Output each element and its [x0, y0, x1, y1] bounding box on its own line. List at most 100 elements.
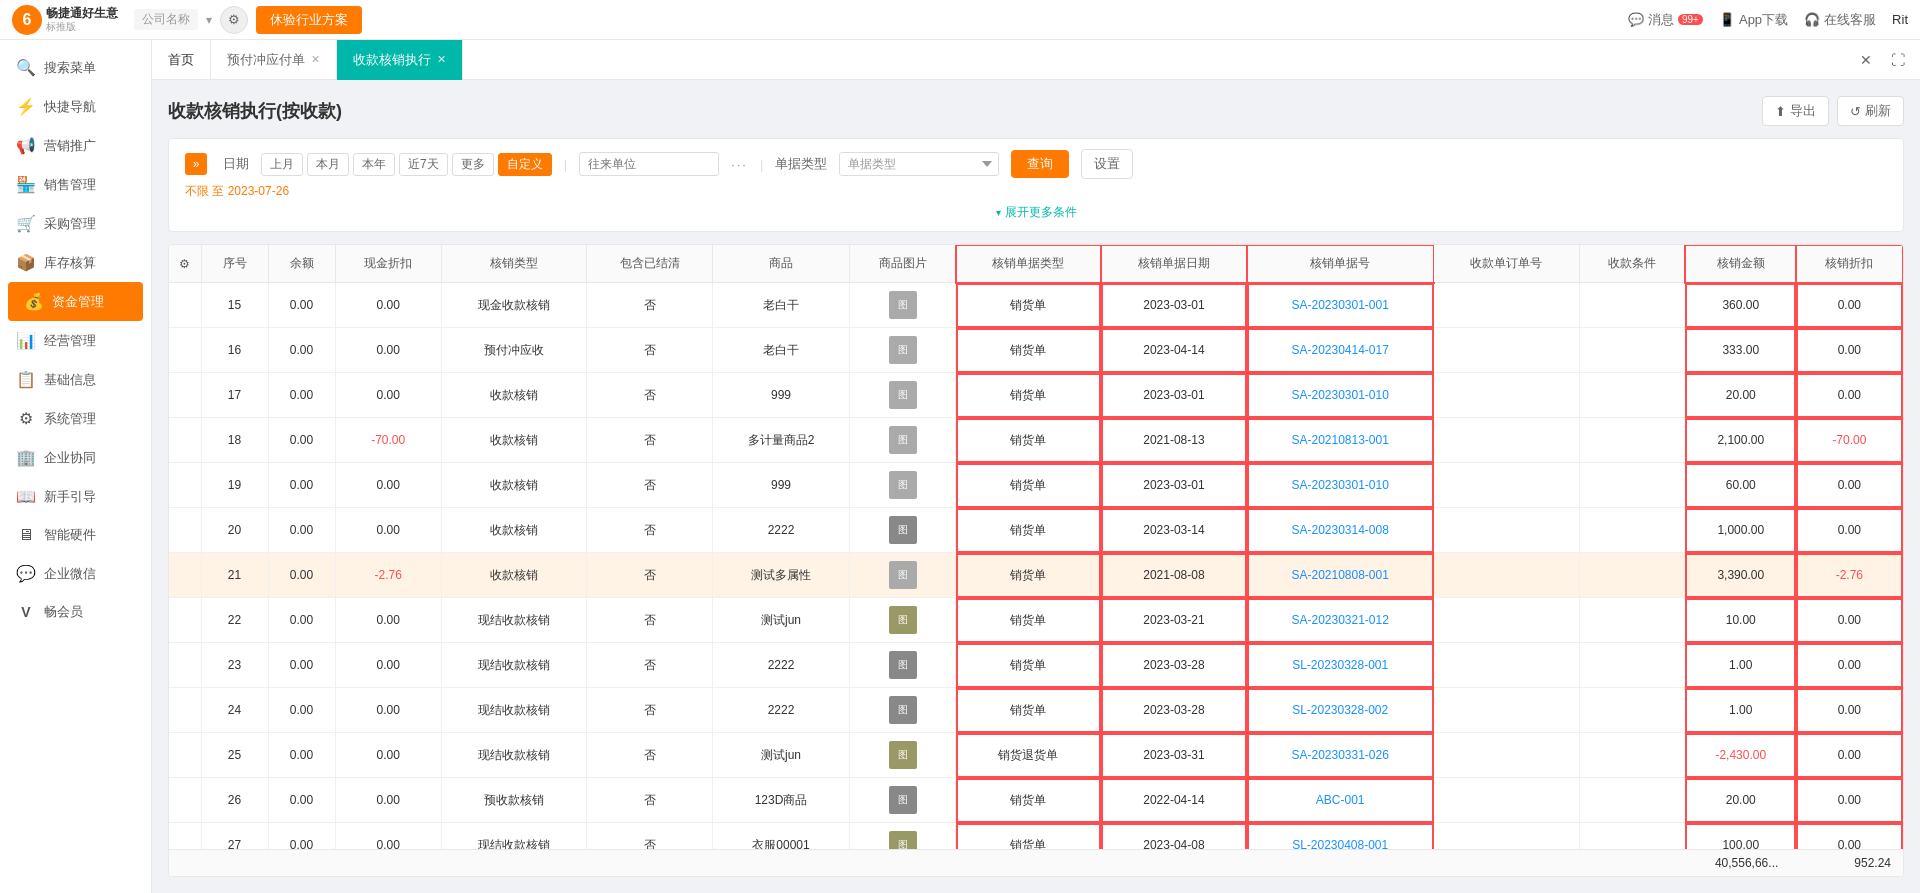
- date-filter-label: 日期: [223, 155, 249, 173]
- sidebar-item-label: 企业微信: [44, 565, 96, 583]
- col-collection-order-no: 收款单订单号: [1434, 245, 1579, 283]
- cell-writeoff-no[interactable]: SA-20210813-001: [1247, 418, 1434, 463]
- writeoff-no-link[interactable]: SA-20230331-026: [1291, 748, 1388, 762]
- industry-button[interactable]: 休验行业方案: [256, 6, 362, 34]
- tab-prepay-close-icon[interactable]: ✕: [311, 53, 320, 66]
- writeoff-no-link[interactable]: SA-20230301-010: [1291, 478, 1388, 492]
- cell-writeoff-type: 现结收款核销: [441, 733, 586, 778]
- cell-include-settled: 否: [587, 328, 713, 373]
- user-info[interactable]: Rit: [1892, 12, 1908, 27]
- writeoff-no-link[interactable]: SA-20210808-001: [1291, 568, 1388, 582]
- sidebar-item-finance[interactable]: 💰 资金管理: [8, 282, 143, 321]
- date-this-year[interactable]: 本年: [353, 153, 395, 176]
- sidebar-item-enterprise[interactable]: 🏢 企业协同: [0, 438, 151, 477]
- col-writeoff-amount: 核销金额: [1685, 245, 1796, 283]
- cell-product-image: 图: [849, 283, 955, 328]
- sidebar-item-search[interactable]: 🔍 搜索菜单: [0, 48, 151, 87]
- writeoff-no-link[interactable]: SA-20210813-001: [1291, 433, 1388, 447]
- table-scroll[interactable]: ⚙ 序号 余额 现金折扣 核销类型 包含已结清 商品 商品图片 核销单据类型: [169, 245, 1903, 849]
- sidebar-item-guide[interactable]: 📖 新手引导: [0, 477, 151, 516]
- app-download[interactable]: 📱 App下载: [1719, 11, 1788, 29]
- cell-writeoff-no[interactable]: SL-20230328-002: [1247, 688, 1434, 733]
- cell-no: 23: [201, 643, 268, 688]
- writeoff-no-link[interactable]: ABC-001: [1316, 793, 1365, 807]
- cell-writeoff-discount: 0.00: [1796, 328, 1902, 373]
- sidebar-item-shortcut[interactable]: ⚡ 快捷导航: [0, 87, 151, 126]
- col-settings[interactable]: ⚙: [169, 245, 201, 283]
- col-writeoff-date: 核销单据日期: [1101, 245, 1246, 283]
- cell-writeoff-voucher-type: 销货单: [956, 778, 1101, 823]
- online-service[interactable]: 🎧 在线客服: [1804, 11, 1876, 29]
- sidebar-item-label: 营销推广: [44, 137, 96, 155]
- tab-maximize-button[interactable]: ⛶: [1884, 46, 1912, 74]
- writeoff-no-link[interactable]: SA-20230301-001: [1291, 298, 1388, 312]
- filter-expand-arrow[interactable]: »: [185, 153, 207, 175]
- table-row: 18 0.00 -70.00 收款核销 否 多计量商品2 图 销货单 2021-…: [169, 418, 1903, 463]
- writeoff-no-link[interactable]: SA-20230321-012: [1291, 613, 1388, 627]
- cell-writeoff-no[interactable]: ABC-001: [1247, 778, 1434, 823]
- settings-button[interactable]: 设置: [1081, 149, 1133, 179]
- date-custom[interactable]: 自定义: [498, 153, 552, 176]
- finance-icon: 💰: [24, 292, 44, 311]
- sidebar-item-marketing[interactable]: 📢 营销推广: [0, 126, 151, 165]
- col-product-image: 商品图片: [849, 245, 955, 283]
- voucher-type-label: 单据类型: [775, 155, 827, 173]
- voucher-type-select[interactable]: 单据类型: [839, 152, 999, 176]
- writeoff-no-link[interactable]: SA-20230301-010: [1291, 388, 1388, 402]
- tab-collection[interactable]: 收款核销执行 ✕: [337, 40, 463, 80]
- sidebar-item-inventory[interactable]: 📦 库存核算: [0, 243, 151, 282]
- tab-collection-close-icon[interactable]: ✕: [437, 53, 446, 66]
- gear-button[interactable]: ⚙: [220, 6, 248, 34]
- sidebar-item-wechat[interactable]: 💬 企业微信: [0, 554, 151, 593]
- notification-area[interactable]: 💬 消息 99+: [1628, 11, 1703, 29]
- export-button[interactable]: ⬆ 导出: [1762, 96, 1829, 126]
- column-settings-icon[interactable]: ⚙: [179, 257, 190, 271]
- writeoff-no-link[interactable]: SA-20230414-017: [1291, 343, 1388, 357]
- sidebar-item-sales[interactable]: 🏪 销售管理: [0, 165, 151, 204]
- cell-writeoff-no[interactable]: SA-20230301-001: [1247, 283, 1434, 328]
- date-last-month[interactable]: 上月: [261, 153, 303, 176]
- cell-writeoff-amount: -2,430.00: [1685, 733, 1796, 778]
- cell-writeoff-no[interactable]: SA-20210808-001: [1247, 553, 1434, 598]
- search-icon: 🔍: [16, 58, 36, 77]
- writeoff-no-link[interactable]: SL-20230408-001: [1292, 838, 1388, 849]
- cell-writeoff-no[interactable]: SA-20230301-010: [1247, 373, 1434, 418]
- cell-writeoff-no[interactable]: SA-20230301-010: [1247, 463, 1434, 508]
- date-this-month[interactable]: 本月: [307, 153, 349, 176]
- tab-home[interactable]: 首页: [152, 40, 211, 80]
- filter-dots: ···: [731, 157, 748, 172]
- cell-writeoff-no[interactable]: SA-20230331-026: [1247, 733, 1434, 778]
- query-button[interactable]: 查询: [1011, 150, 1069, 178]
- counterparty-input[interactable]: [579, 152, 719, 176]
- tab-prepay[interactable]: 预付冲应付单 ✕: [211, 40, 337, 80]
- sidebar-item-system[interactable]: ⚙ 系统管理: [0, 399, 151, 438]
- cell-writeoff-no[interactable]: SA-20230414-017: [1247, 328, 1434, 373]
- cell-writeoff-no[interactable]: SL-20230328-001: [1247, 643, 1434, 688]
- cell-writeoff-no[interactable]: SA-20230314-008: [1247, 508, 1434, 553]
- sidebar-item-purchase[interactable]: 🛒 采购管理: [0, 204, 151, 243]
- cell-writeoff-no[interactable]: SL-20230408-001: [1247, 823, 1434, 850]
- sidebar-item-member[interactable]: V 畅会员: [0, 593, 151, 631]
- tab-close-button[interactable]: ✕: [1852, 46, 1880, 74]
- date-last-7-days[interactable]: 近7天: [399, 153, 448, 176]
- cell-collection-condition: [1579, 373, 1685, 418]
- sidebar-item-hardware[interactable]: 🖥 智能硬件: [0, 516, 151, 554]
- cell-writeoff-no[interactable]: SA-20230321-012: [1247, 598, 1434, 643]
- expand-more-btn[interactable]: ▾ 展开更多条件: [185, 204, 1887, 221]
- writeoff-no-link[interactable]: SA-20230314-008: [1291, 523, 1388, 537]
- sidebar-item-basic[interactable]: 📋 基础信息: [0, 360, 151, 399]
- col-writeoff-discount: 核销折扣: [1796, 245, 1902, 283]
- company-dropdown-icon[interactable]: ▾: [206, 13, 212, 27]
- table-header-row: ⚙ 序号 余额 现金折扣 核销类型 包含已结清 商品 商品图片 核销单据类型: [169, 245, 1903, 283]
- date-more[interactable]: 更多: [452, 153, 494, 176]
- cell-writeoff-date: 2023-03-31: [1101, 733, 1246, 778]
- writeoff-no-link[interactable]: SL-20230328-001: [1292, 658, 1388, 672]
- refresh-button[interactable]: ↺ 刷新: [1837, 96, 1904, 126]
- date-range-text: 不限 至 2023-07-26: [185, 184, 289, 198]
- sidebar-item-operations[interactable]: 📊 经营管理: [0, 321, 151, 360]
- cell-collection-condition: [1579, 508, 1685, 553]
- cell-balance: 0.00: [268, 688, 335, 733]
- cell-balance: 0.00: [268, 823, 335, 850]
- writeoff-no-link[interactable]: SL-20230328-002: [1292, 703, 1388, 717]
- cell-balance: 0.00: [268, 643, 335, 688]
